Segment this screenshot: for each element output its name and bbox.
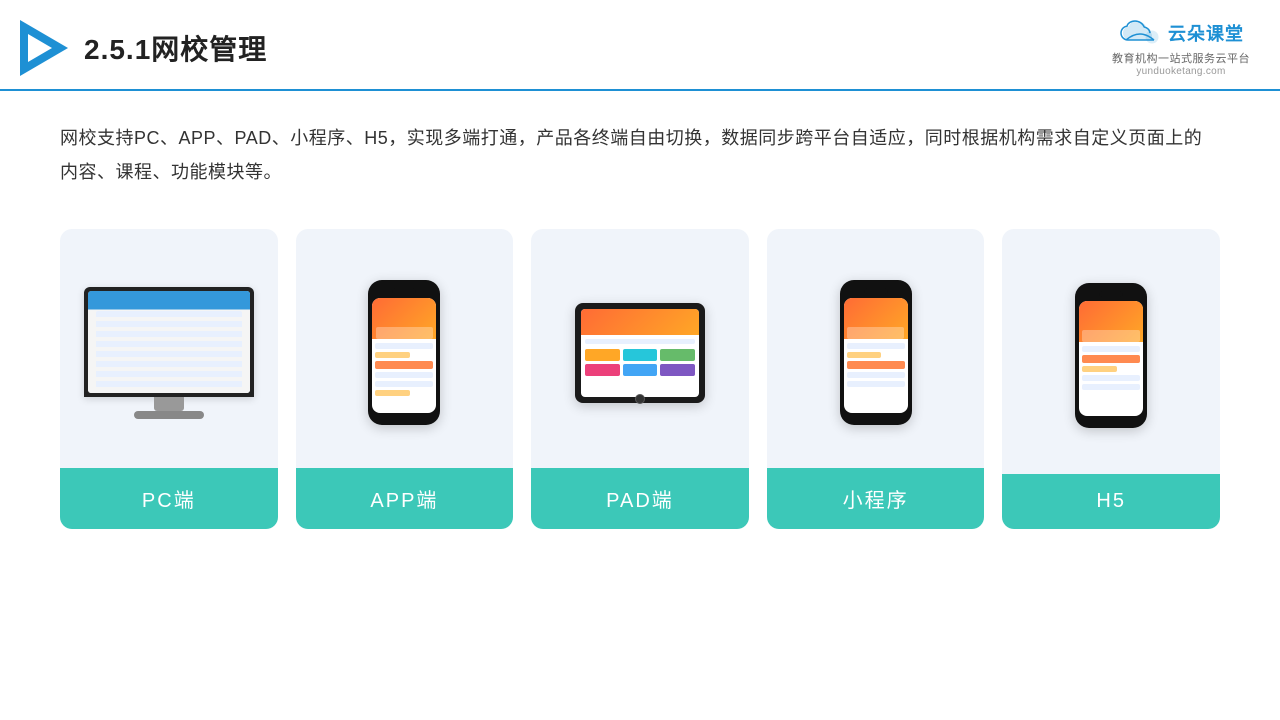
app-card: APP端 xyxy=(296,229,514,529)
cloud-icon xyxy=(1118,18,1162,48)
phone-mockup-app xyxy=(368,280,440,425)
pc-mockup xyxy=(76,287,262,419)
header-right: 云朵课堂 教育机构一站式服务云平台 yunduoketang.com xyxy=(1112,18,1250,77)
mini-row-5 xyxy=(847,381,905,387)
mini-row-3 xyxy=(847,361,905,369)
miniprogram-label: 小程序 xyxy=(767,468,985,529)
phone-row-3 xyxy=(375,361,433,369)
phone-mockup-mini xyxy=(840,280,912,425)
tablet-row-1 xyxy=(585,339,695,344)
page-title: 2.5.1网校管理 xyxy=(84,28,267,68)
h5-image-area xyxy=(1002,229,1220,474)
phone-mockup-h5 xyxy=(1075,283,1147,428)
brand-name: 云朵课堂 xyxy=(1168,20,1244,46)
app-label: APP端 xyxy=(296,468,514,529)
tablet-screen-top xyxy=(581,309,699,335)
pad-label: PAD端 xyxy=(531,468,749,529)
pc-image-area xyxy=(60,229,278,468)
h5-card: H5 xyxy=(1002,229,1220,529)
tablet-home-btn xyxy=(635,394,645,404)
tablet-cell-5 xyxy=(623,364,658,376)
pc-screen-outer xyxy=(84,287,254,397)
tablet-cell-2 xyxy=(623,349,658,361)
phone-screen-h5 xyxy=(1079,301,1143,416)
description-text: 网校支持PC、APP、PAD、小程序、H5，实现多端打通，产品各终端自由切换，数… xyxy=(60,121,1220,189)
pc-base xyxy=(134,411,204,419)
tablet-cell-1 xyxy=(585,349,620,361)
miniprogram-image-area xyxy=(767,229,985,468)
logo-triangle-icon xyxy=(20,20,68,76)
tablet-grid xyxy=(585,349,695,376)
h5-row-1 xyxy=(1082,346,1140,352)
tablet-screen xyxy=(581,309,699,397)
pc-label: PC端 xyxy=(60,468,278,529)
tablet-screen-body xyxy=(581,335,699,380)
phone-screen-top-app xyxy=(372,298,436,338)
h5-row-3 xyxy=(1082,366,1117,372)
brand-tagline: 教育机构一站式服务云平台 xyxy=(1112,50,1250,66)
h5-row-2 xyxy=(1082,355,1140,363)
phone-notch-app xyxy=(392,288,416,294)
phone-row-6 xyxy=(375,390,410,396)
pc-screen-content xyxy=(88,291,250,393)
pad-image-area xyxy=(531,229,749,468)
phone-screen-app xyxy=(372,298,436,413)
mini-row-4 xyxy=(847,372,905,378)
tablet-mockup xyxy=(575,303,705,403)
phone-screen-mini xyxy=(844,298,908,413)
phone-row-5 xyxy=(375,381,433,387)
phone-notch-h5 xyxy=(1099,291,1123,297)
phone-screen-top-mini xyxy=(844,298,908,338)
phone-row-1 xyxy=(375,343,433,349)
header-left: 2.5.1网校管理 xyxy=(20,20,267,76)
app-image-area xyxy=(296,229,514,468)
h5-label: H5 xyxy=(1002,474,1220,529)
brand-url: yunduoketang.com xyxy=(1136,66,1225,77)
brand-logo: 云朵课堂 xyxy=(1118,18,1244,48)
pad-card: PAD端 xyxy=(531,229,749,529)
tablet-cell-3 xyxy=(660,349,695,361)
cards-container: PC端 xyxy=(60,229,1220,529)
phone-notch-mini xyxy=(864,288,888,294)
mini-row-2 xyxy=(847,352,882,358)
main-content: 网校支持PC、APP、PAD、小程序、H5，实现多端打通，产品各终端自由切换，数… xyxy=(0,91,1280,549)
phone-screen-body-app xyxy=(372,339,436,400)
phone-row-2 xyxy=(375,352,410,358)
phone-screen-body-h5 xyxy=(1079,342,1143,394)
tablet-cell-4 xyxy=(585,364,620,376)
phone-screen-top-h5 xyxy=(1079,301,1143,341)
header: 2.5.1网校管理 云朵课堂 教育机构一站式服务云平台 yunduoketang… xyxy=(0,0,1280,91)
pc-screen xyxy=(88,291,250,393)
tablet-cell-6 xyxy=(660,364,695,376)
phone-row-4 xyxy=(375,372,433,378)
h5-row-5 xyxy=(1082,384,1140,390)
pc-stand xyxy=(154,397,184,411)
pc-card: PC端 xyxy=(60,229,278,529)
h5-row-4 xyxy=(1082,375,1140,381)
miniprogram-card: 小程序 xyxy=(767,229,985,529)
mini-row-1 xyxy=(847,343,905,349)
phone-screen-body-mini xyxy=(844,339,908,391)
